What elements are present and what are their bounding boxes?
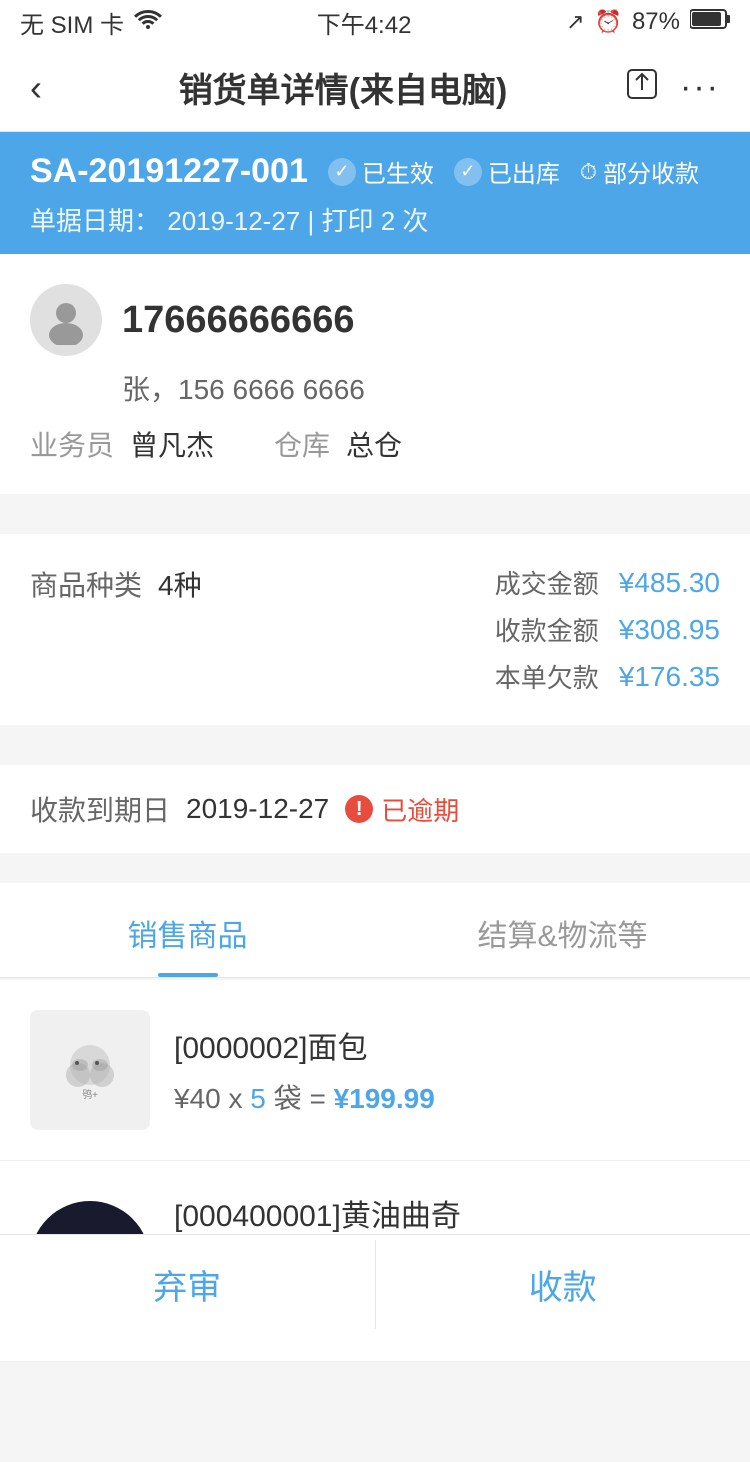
product-thumb-1: 鸮+ [30,1010,150,1130]
order-id: SA-20191227-001 [30,152,308,191]
received-label: 收款金额 [495,611,599,648]
debt-item: 本单欠款 ¥176.35 [495,658,720,695]
overdue-text: 已逾期 [381,791,459,828]
stats-row: 商品种类 4种 成交金额 ¥485.30 收款金额 ¥308.95 本单欠款 ¥… [30,564,720,695]
order-date: 2019-12-27 [167,206,300,236]
more-button[interactable]: ··· [680,68,720,107]
amount-value: ¥485.30 [619,567,720,599]
warehouse-item: 仓库 总仓 [274,424,402,464]
salesman-item: 业务员 曾凡杰 [30,424,214,464]
check-icon-2: ✓ [454,158,482,186]
tabs-section: 销售商品 结算&物流等 [0,883,750,978]
svg-text:鸮+: 鸮+ [82,1088,98,1101]
banner-row1: SA-20191227-001 ✓ 已生效 ✓ 已出库 ⏱ 部分收款 [30,152,720,191]
check-icon-1: ✓ [328,158,356,186]
debt-value: ¥176.35 [619,661,720,693]
status-right: ↗ ⏰ 87% [566,8,730,37]
status-time: 下午4:42 [317,5,412,40]
amount-label: 成交金额 [495,564,599,601]
overdue-icon: ! [345,795,373,823]
back-button[interactable]: ‹ [30,67,42,109]
wifi-icon [134,8,162,36]
divider-2 [0,745,750,765]
due-section: 收款到期日 2019-12-27 ! 已逾期 [0,765,750,853]
tabs-row: 销售商品 结算&物流等 [0,883,750,978]
header-banner: SA-20191227-001 ✓ 已生效 ✓ 已出库 ⏱ 部分收款 单据日期：… [0,132,750,254]
divider-3 [0,863,750,883]
divider-1 [0,514,750,534]
stats-section: 商品种类 4种 成交金额 ¥485.30 收款金额 ¥308.95 本单欠款 ¥… [0,534,750,725]
collect-payment-button[interactable]: 收款 [376,1240,750,1329]
badge-effective: ✓ 已生效 [328,154,434,189]
overdue-badge: ! 已逾期 [345,791,459,828]
customer-phone: 17666666666 [122,299,354,342]
customer-name: 张，156 6666 6666 [30,368,720,408]
warehouse-label: 仓库 [274,424,330,464]
badge-shipped: ✓ 已出库 [454,154,560,189]
status-left: 无 SIM 卡 [20,5,162,40]
avatar [30,284,102,356]
battery-icon [690,8,730,37]
alarm-icon: ⏰ [595,9,622,35]
page-title: 销货单详情(来自电脑) [62,63,624,112]
nav-bar: ‹ 销货单详情(来自电脑) ··· [0,44,750,132]
product-item: 鸮+ [0000002]面包 ¥40 x 5 袋 = ¥199.99 [0,980,750,1161]
customer-section: 17666666666 张，156 6666 6666 业务员 曾凡杰 仓库 总… [0,254,750,494]
debt-label: 本单欠款 [495,658,599,695]
salesman-label: 业务员 [30,424,114,464]
customer-meta: 业务员 曾凡杰 仓库 总仓 [30,424,720,464]
received-item: 收款金额 ¥308.95 [495,611,720,648]
product-total-1: ¥199.99 [334,1083,435,1114]
tab-sales-products[interactable]: 销售商品 [0,883,375,977]
product-name-1: [0000002]面包 [174,1023,720,1067]
tab-settlement[interactable]: 结算&物流等 [375,883,750,977]
stats-left: 商品种类 4种 [30,564,202,604]
category-label: 商品种类 [30,564,142,604]
bottom-spacer [0,1362,750,1462]
stats-right: 成交金额 ¥485.30 收款金额 ¥308.95 本单欠款 ¥176.35 [495,564,720,695]
product-name-2: [000400001]黄油曲奇 [174,1191,720,1235]
due-date: 2019-12-27 [186,793,329,825]
clock-icon: ⏱ [580,159,597,185]
due-label: 收款到期日 [30,789,170,829]
date-label: 单据日期： [30,206,160,236]
category-value: 4种 [158,564,202,604]
print-unit: 次 [402,206,428,236]
status-bar: 无 SIM 卡 下午4:42 ↗ ⏰ 87% [0,0,750,44]
banner-row2: 单据日期： 2019-12-27 | 打印 2 次 [30,201,720,238]
badge-partial: ⏱ 部分收款 [580,154,699,189]
print-count: 2 [381,206,395,236]
customer-row: 17666666666 [30,284,720,356]
salesman-value: 曾凡杰 [130,424,214,464]
nav-actions: ··· [624,66,720,110]
product-qty-1: 5 [250,1083,266,1114]
location-icon: ↗ [566,9,584,35]
bottom-bar: 弃审 收款 [0,1234,750,1334]
share-button[interactable] [624,66,660,110]
battery-label: 87% [632,8,680,36]
warehouse-value: 总仓 [346,424,402,464]
print-separator: | 打印 [307,206,380,236]
received-value: ¥308.95 [619,614,720,646]
amount-item: 成交金额 ¥485.30 [495,564,720,601]
abandon-review-button[interactable]: 弃审 [0,1240,376,1329]
product-price-1: ¥40 x 5 袋 = ¥199.99 [174,1077,720,1117]
product-info-1: [0000002]面包 ¥40 x 5 袋 = ¥199.99 [174,1023,720,1117]
carrier-label: 无 SIM 卡 [20,5,124,40]
